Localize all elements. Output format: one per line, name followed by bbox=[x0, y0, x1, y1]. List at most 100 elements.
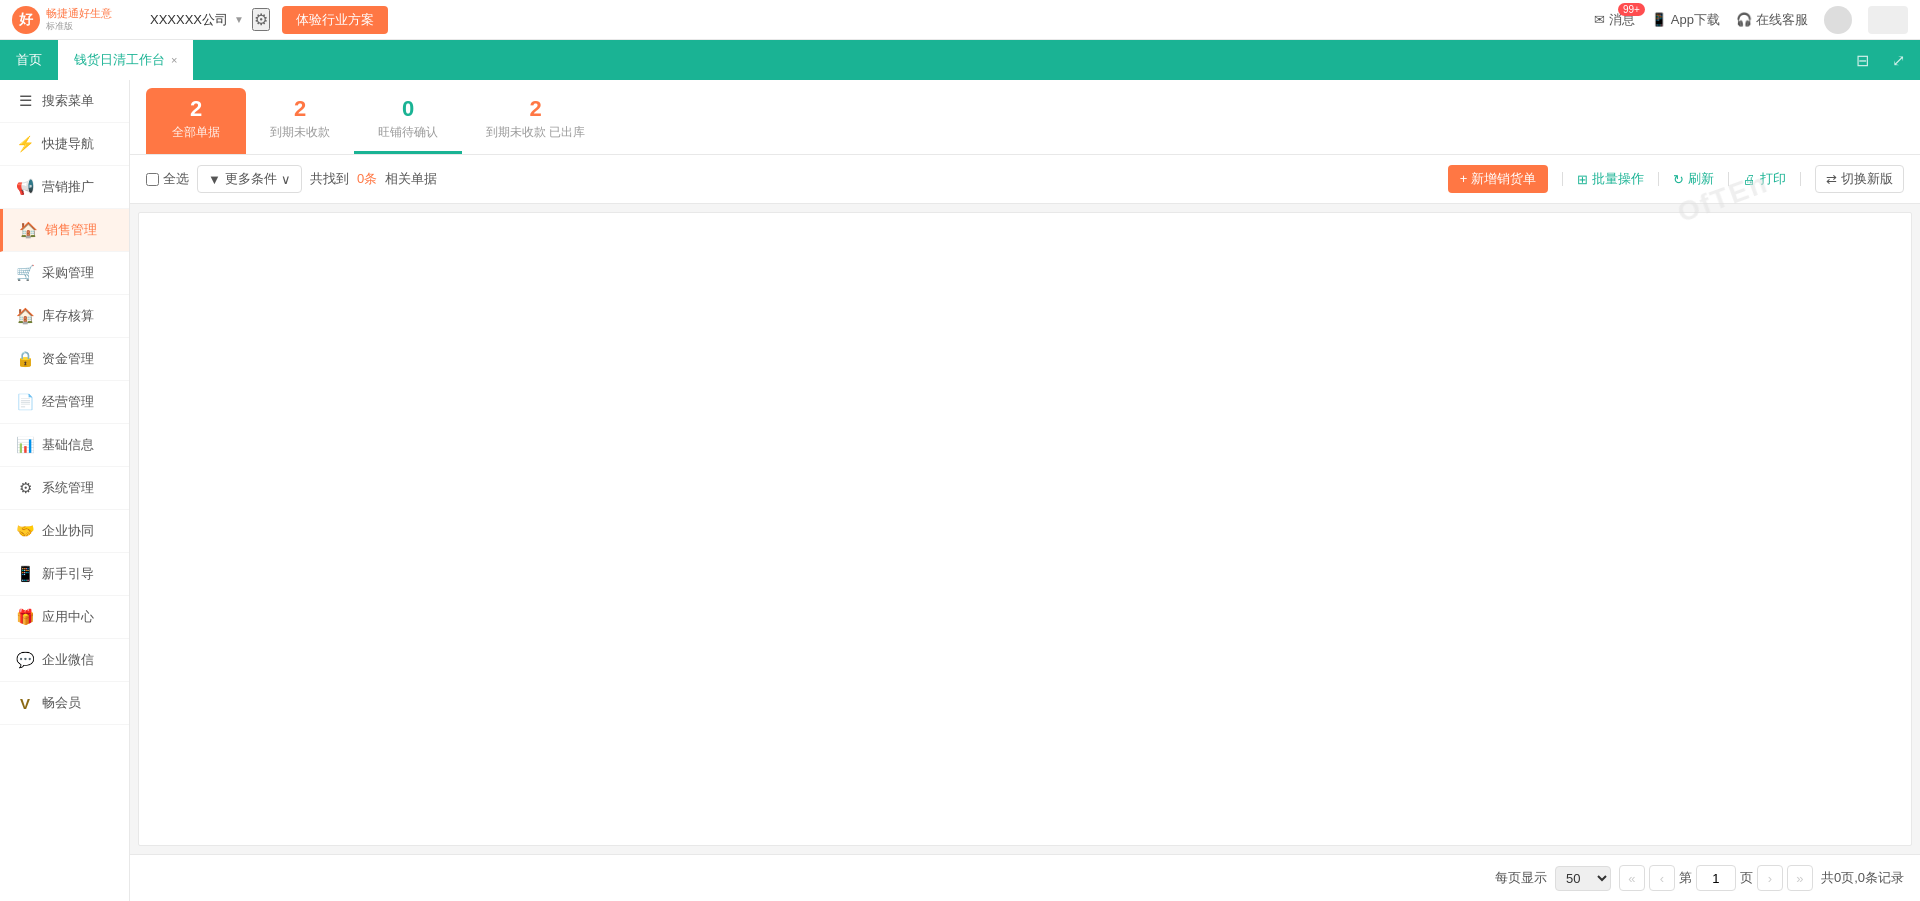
sidebar: ☰ 搜索菜单 ⚡ 快捷导航 📢 营销推广 🏠 销售管理 🛒 采购管理 🏠 库存核… bbox=[0, 80, 130, 901]
header-right: ✉ 消息 99+ 📱 App下载 🎧 在线客服 bbox=[1594, 6, 1908, 34]
sidebar-item-label: 采购管理 bbox=[42, 264, 94, 282]
tab-maximize-button[interactable]: ⤢ bbox=[1884, 46, 1912, 74]
message-badge: 99+ bbox=[1618, 3, 1645, 16]
quick-nav-icon: ⚡ bbox=[16, 135, 34, 153]
sidebar-item-label: 搜索菜单 bbox=[42, 92, 94, 110]
company-selector[interactable]: XXXXXX公司 ▼ bbox=[150, 11, 244, 29]
toolbar: 全选 ▼ 更多条件 ∨ 共找到 0条 相关单据 + 新增销货单 ⊞ 批量操作 ↻ bbox=[130, 155, 1920, 204]
app-download-button[interactable]: 📱 App下载 bbox=[1651, 11, 1720, 29]
sidebar-item-purchase[interactable]: 🛒 采购管理 bbox=[0, 252, 129, 295]
print-label: 打印 bbox=[1760, 170, 1786, 188]
sidebar-item-search-menu[interactable]: ☰ 搜索菜单 bbox=[0, 80, 129, 123]
tab-minimize-button[interactable]: ⊟ bbox=[1848, 46, 1876, 74]
sidebar-item-basics[interactable]: 📊 基础信息 bbox=[0, 424, 129, 467]
sidebar-item-label: 企业微信 bbox=[42, 651, 94, 669]
avatar[interactable] bbox=[1824, 6, 1852, 34]
sidebar-item-label: 应用中心 bbox=[42, 608, 94, 626]
stat-number-overdue: 2 bbox=[294, 96, 306, 122]
finance-icon: 🔒 bbox=[16, 350, 34, 368]
stat-tab-pending[interactable]: 0 旺铺待确认 bbox=[354, 88, 462, 154]
online-service-button[interactable]: 🎧 在线客服 bbox=[1736, 11, 1808, 29]
sidebar-item-label: 资金管理 bbox=[42, 350, 94, 368]
sidebar-item-member[interactable]: V 畅会员 bbox=[0, 682, 129, 725]
sidebar-item-system[interactable]: ⚙ 系统管理 bbox=[0, 467, 129, 510]
per-page-select[interactable]: 10 20 50 100 bbox=[1555, 866, 1611, 891]
purchase-icon: 🛒 bbox=[16, 264, 34, 282]
guide-icon: 📱 bbox=[16, 565, 34, 583]
more-conditions-button[interactable]: ▼ 更多条件 ∨ bbox=[197, 165, 302, 193]
sidebar-item-wechat[interactable]: 💬 企业微信 bbox=[0, 639, 129, 682]
logo-icon: 好 bbox=[12, 6, 40, 34]
cooperation-icon: 🤝 bbox=[16, 522, 34, 540]
page-prefix: 第 bbox=[1679, 869, 1692, 887]
more-conditions-label: 更多条件 bbox=[225, 170, 277, 188]
system-icon: ⚙ bbox=[16, 479, 34, 497]
divider-1 bbox=[1562, 172, 1563, 186]
stat-tab-overdue[interactable]: 2 到期未收款 bbox=[246, 88, 354, 154]
download-icon: 📱 bbox=[1651, 12, 1667, 27]
chevron-down-icon: ∨ bbox=[281, 172, 291, 187]
operations-icon: 📄 bbox=[16, 393, 34, 411]
print-button[interactable]: 🖨 打印 bbox=[1743, 170, 1786, 188]
refresh-button[interactable]: ↻ 刷新 bbox=[1673, 170, 1714, 188]
batch-label: 批量操作 bbox=[1592, 170, 1644, 188]
sidebar-item-marketing[interactable]: 📢 营销推广 bbox=[0, 166, 129, 209]
stat-label-pending: 旺铺待确认 bbox=[378, 124, 438, 141]
divider-2 bbox=[1658, 172, 1659, 186]
app-download-label: App下载 bbox=[1671, 11, 1720, 29]
experience-button[interactable]: 体验行业方案 bbox=[282, 6, 388, 34]
sidebar-item-label: 库存核算 bbox=[42, 307, 94, 325]
page-suffix: 页 bbox=[1740, 869, 1753, 887]
stats-tabs: 2 全部单据 2 到期未收款 0 旺铺待确认 2 到期未收款 已出库 bbox=[130, 80, 1920, 155]
logo-name: 畅捷通好生意 bbox=[46, 6, 112, 20]
select-all-label: 全选 bbox=[163, 170, 189, 188]
message-button[interactable]: ✉ 消息 99+ bbox=[1594, 11, 1635, 29]
filter-icon: ▼ bbox=[208, 172, 221, 187]
total-text: 共0页,0条记录 bbox=[1821, 869, 1904, 887]
toolbar-right: + 新增销货单 ⊞ 批量操作 ↻ 刷新 🖨 打印 ⇄ bbox=[1448, 165, 1904, 193]
stat-number-overdue-out: 2 bbox=[530, 96, 542, 122]
sidebar-item-operations[interactable]: 📄 经营管理 bbox=[0, 381, 129, 424]
stat-tab-all[interactable]: 2 全部单据 bbox=[146, 88, 246, 154]
next-page-button[interactable]: › bbox=[1757, 865, 1783, 891]
pagination-controls: « ‹ 第 页 › » bbox=[1619, 865, 1813, 891]
last-page-button[interactable]: » bbox=[1787, 865, 1813, 891]
select-all-checkbox[interactable]: 全选 bbox=[146, 170, 189, 188]
sidebar-item-label: 新手引导 bbox=[42, 565, 94, 583]
sidebar-item-cooperation[interactable]: 🤝 企业协同 bbox=[0, 510, 129, 553]
service-icon: 🎧 bbox=[1736, 12, 1752, 27]
page-input[interactable] bbox=[1696, 865, 1736, 891]
new-order-button[interactable]: + 新增销货单 bbox=[1448, 165, 1548, 193]
sidebar-item-inventory[interactable]: 🏠 库存核算 bbox=[0, 295, 129, 338]
tab-workbench-label: 钱货日清工作台 bbox=[74, 51, 165, 69]
sales-icon: 🏠 bbox=[19, 221, 37, 239]
settings-button[interactable]: ⚙ bbox=[252, 8, 270, 31]
first-page-button[interactable]: « bbox=[1619, 865, 1645, 891]
sidebar-item-quick-nav[interactable]: ⚡ 快捷导航 bbox=[0, 123, 129, 166]
stat-label-overdue-out: 到期未收款 已出库 bbox=[486, 124, 585, 141]
marketing-icon: 📢 bbox=[16, 178, 34, 196]
prev-page-button[interactable]: ‹ bbox=[1649, 865, 1675, 891]
stat-label-overdue: 到期未收款 bbox=[270, 124, 330, 141]
tab-home[interactable]: 首页 bbox=[0, 40, 58, 80]
switch-version-button[interactable]: ⇄ 切换新版 bbox=[1815, 165, 1904, 193]
sidebar-item-app-center[interactable]: 🎁 应用中心 bbox=[0, 596, 129, 639]
sidebar-item-finance[interactable]: 🔒 资金管理 bbox=[0, 338, 129, 381]
sidebar-item-sales[interactable]: 🏠 销售管理 bbox=[0, 209, 129, 252]
result-suffix: 相关单据 bbox=[385, 170, 437, 188]
company-name: XXXXXX公司 bbox=[150, 11, 228, 29]
tab-home-label: 首页 bbox=[16, 51, 42, 69]
table-area bbox=[138, 212, 1912, 846]
tab-close-icon[interactable]: × bbox=[171, 54, 177, 66]
tab-workbench[interactable]: 钱货日清工作台 × bbox=[58, 40, 193, 80]
refresh-label: 刷新 bbox=[1688, 170, 1714, 188]
stat-tab-overdue-out[interactable]: 2 到期未收款 已出库 bbox=[462, 88, 609, 154]
content-area: 2 全部单据 2 到期未收款 0 旺铺待确认 2 到期未收款 已出库 全选 bbox=[130, 80, 1920, 901]
select-all-input[interactable] bbox=[146, 173, 159, 186]
batch-operation-button[interactable]: ⊞ 批量操作 bbox=[1577, 170, 1644, 188]
avatar-extra[interactable] bbox=[1868, 6, 1908, 34]
online-service-label: 在线客服 bbox=[1756, 11, 1808, 29]
stat-number-pending: 0 bbox=[402, 96, 414, 122]
app-center-icon: 🎁 bbox=[16, 608, 34, 626]
sidebar-item-guide[interactable]: 📱 新手引导 bbox=[0, 553, 129, 596]
